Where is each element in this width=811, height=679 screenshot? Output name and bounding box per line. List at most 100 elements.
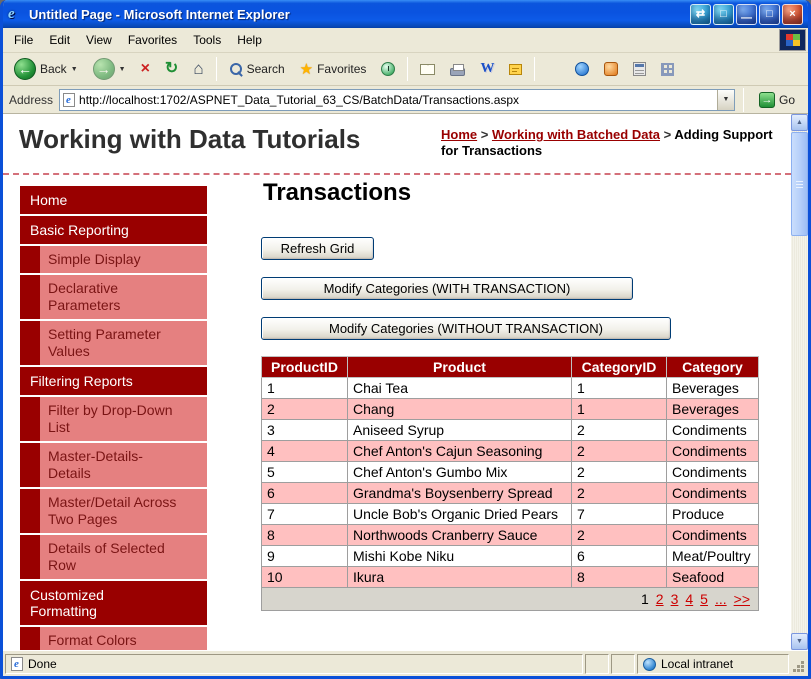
sidebar-item-filtering-reports[interactable]: Filtering Reports (20, 367, 207, 395)
sidebar-item-basic-reporting[interactable]: Basic Reporting (20, 216, 207, 244)
address-dropdown-button[interactable]: ▼ (716, 89, 734, 110)
forward-dropdown-icon: ▼ (118, 65, 126, 73)
vertical-scrollbar[interactable]: ▲ ▼ (791, 114, 808, 650)
home-button[interactable]: ⌂ (188, 59, 208, 79)
scrollbar-thumb[interactable] (791, 132, 808, 236)
edit-with-word-button[interactable]: W (475, 60, 499, 78)
addon-button-4[interactable] (656, 61, 679, 78)
security-zone-panel: Local intranet (637, 654, 789, 674)
toolbar-separator (407, 57, 409, 81)
address-input[interactable] (79, 92, 713, 107)
search-icon (229, 62, 243, 76)
menu-file[interactable]: File (6, 29, 41, 51)
pager-next[interactable]: >> (734, 591, 750, 607)
addon-button-1[interactable] (570, 60, 594, 78)
sidebar-subitem-label: Filter by Drop-Down List (40, 397, 207, 441)
page-icon (63, 92, 76, 107)
table-row: 6 Grandma's Boysenberry Spread 2 Condiments (261, 482, 759, 504)
table-cell: Seafood (666, 566, 759, 588)
titlebar-extra-button-1[interactable]: ⇄ (690, 3, 711, 25)
back-label: Back (40, 62, 67, 76)
sidebar-subitem-label: Master/Detail Across Two Pages (40, 489, 207, 533)
addon-button-3[interactable] (628, 60, 651, 78)
mail-button[interactable] (415, 62, 440, 77)
go-button[interactable]: → Go (752, 90, 802, 110)
scroll-up-button[interactable]: ▲ (791, 114, 808, 131)
sidebar-item-customized-formatting[interactable]: Customized Formatting (20, 581, 207, 625)
refresh-grid-button[interactable]: Refresh Grid (261, 237, 374, 260)
grid-header-row: ProductID Product CategoryID Category (261, 356, 759, 378)
status-panel (611, 654, 635, 674)
table-cell: Mishi Kobe Niku (347, 545, 572, 567)
pager-ellipsis[interactable]: ... (715, 591, 727, 607)
search-button[interactable]: Search (224, 60, 290, 78)
menu-view[interactable]: View (78, 29, 120, 51)
minimize-icon: — (741, 11, 752, 24)
table-cell: Chef Anton's Gumbo Mix (347, 461, 572, 483)
sidebar-subitem-simple-display[interactable]: Simple Display (20, 246, 207, 273)
sidebar-subitem-filter-by-drop-down-list[interactable]: Filter by Drop-Down List (20, 397, 207, 441)
sidebar-subitem-master-detail-across-two-pages[interactable]: Master/Detail Across Two Pages (20, 489, 207, 533)
back-dropdown-icon: ▼ (70, 65, 78, 73)
table-cell: 2 (571, 524, 667, 546)
standard-buttons-toolbar: ← Back ▼ → ▼ × ↻ ⌂ Search ★ Favorites W (3, 53, 808, 86)
site-title: Working with Data Tutorials (19, 124, 361, 154)
back-icon: ← (14, 58, 36, 80)
breadcrumb-link-home[interactable]: Home (441, 127, 477, 142)
forward-button[interactable]: → ▼ (88, 56, 131, 82)
sidebar-indent-strip (20, 321, 40, 365)
titlebar[interactable]: e Untitled Page - Microsoft Internet Exp… (3, 0, 808, 28)
modify-with-transaction-button[interactable]: Modify Categories (WITH TRANSACTION) (261, 277, 633, 300)
minimize-button[interactable]: — (736, 3, 757, 25)
sidebar-subitem-setting-parameter-values[interactable]: Setting Parameter Values (20, 321, 207, 365)
pager-page-3[interactable]: 3 (671, 591, 679, 607)
sidebar-indent-strip (20, 627, 40, 650)
table-row: 9 Mishi Kobe Niku 6 Meat/Poultry (261, 545, 759, 567)
pager-page-4[interactable]: 4 (685, 591, 693, 607)
scroll-down-button[interactable]: ▼ (791, 633, 808, 650)
toolbar-separator (215, 57, 217, 81)
address-label: Address (9, 92, 54, 107)
stop-button[interactable]: × (136, 59, 155, 79)
table-cell: Northwoods Cranberry Sauce (347, 524, 572, 546)
sidebar-indent-strip (20, 443, 40, 487)
addon-calculator-icon (633, 62, 647, 76)
go-arrow-icon: → (758, 91, 775, 108)
addon-button-2[interactable] (599, 60, 623, 78)
table-cell: 5 (261, 461, 348, 483)
history-button[interactable] (376, 60, 400, 78)
pager-page-2[interactable]: 2 (656, 591, 664, 607)
sidebar-subitem-details-of-selected-row[interactable]: Details of Selected Row (20, 535, 207, 579)
modify-without-transaction-button[interactable]: Modify Categories (WITHOUT TRANSACTION) (261, 317, 671, 340)
sidebar-item-home[interactable]: Home (20, 186, 207, 214)
titlebar-extra-button-2[interactable]: □ (713, 3, 734, 25)
resize-grip[interactable] (791, 654, 806, 674)
print-button[interactable] (445, 61, 470, 78)
menu-favorites[interactable]: Favorites (120, 29, 185, 51)
menu-edit[interactable]: Edit (41, 29, 78, 51)
table-cell: Uncle Bob's Organic Dried Pears (347, 503, 572, 525)
table-cell: Condiments (666, 482, 759, 504)
table-cell: Beverages (666, 377, 759, 399)
discuss-button[interactable] (504, 62, 527, 77)
favorites-button[interactable]: ★ Favorites (295, 60, 372, 79)
table-row: 8 Northwoods Cranberry Sauce 2 Condiments (261, 524, 759, 546)
pager-page-5[interactable]: 5 (700, 591, 708, 607)
table-cell: Chef Anton's Cajun Seasoning (347, 440, 572, 462)
address-bar: Address ▼ → Go (3, 86, 808, 114)
page-body: Home Basic Reporting Simple Display Declara… (3, 175, 791, 650)
breadcrumb-link-working-with-batched-data[interactable]: Working with Batched Data (492, 127, 660, 142)
table-cell: Chai Tea (347, 377, 572, 399)
table-cell: 2 (571, 461, 667, 483)
table-cell: 10 (261, 566, 348, 588)
table-row: 2 Chang 1 Beverages (261, 398, 759, 420)
sidebar-subitem-master-details-details[interactable]: Master-Details-Details (20, 443, 207, 487)
close-button[interactable]: × (782, 3, 803, 25)
sidebar-subitem-format-colors[interactable]: Format Colors (20, 627, 207, 650)
menu-tools[interactable]: Tools (185, 29, 229, 51)
sidebar-subitem-declarative-parameters[interactable]: Declarative Parameters (20, 275, 207, 319)
menu-help[interactable]: Help (229, 29, 270, 51)
refresh-button[interactable]: ↻ (160, 59, 183, 79)
maximize-button[interactable]: □ (759, 3, 780, 25)
back-button[interactable]: ← Back ▼ (9, 56, 83, 82)
